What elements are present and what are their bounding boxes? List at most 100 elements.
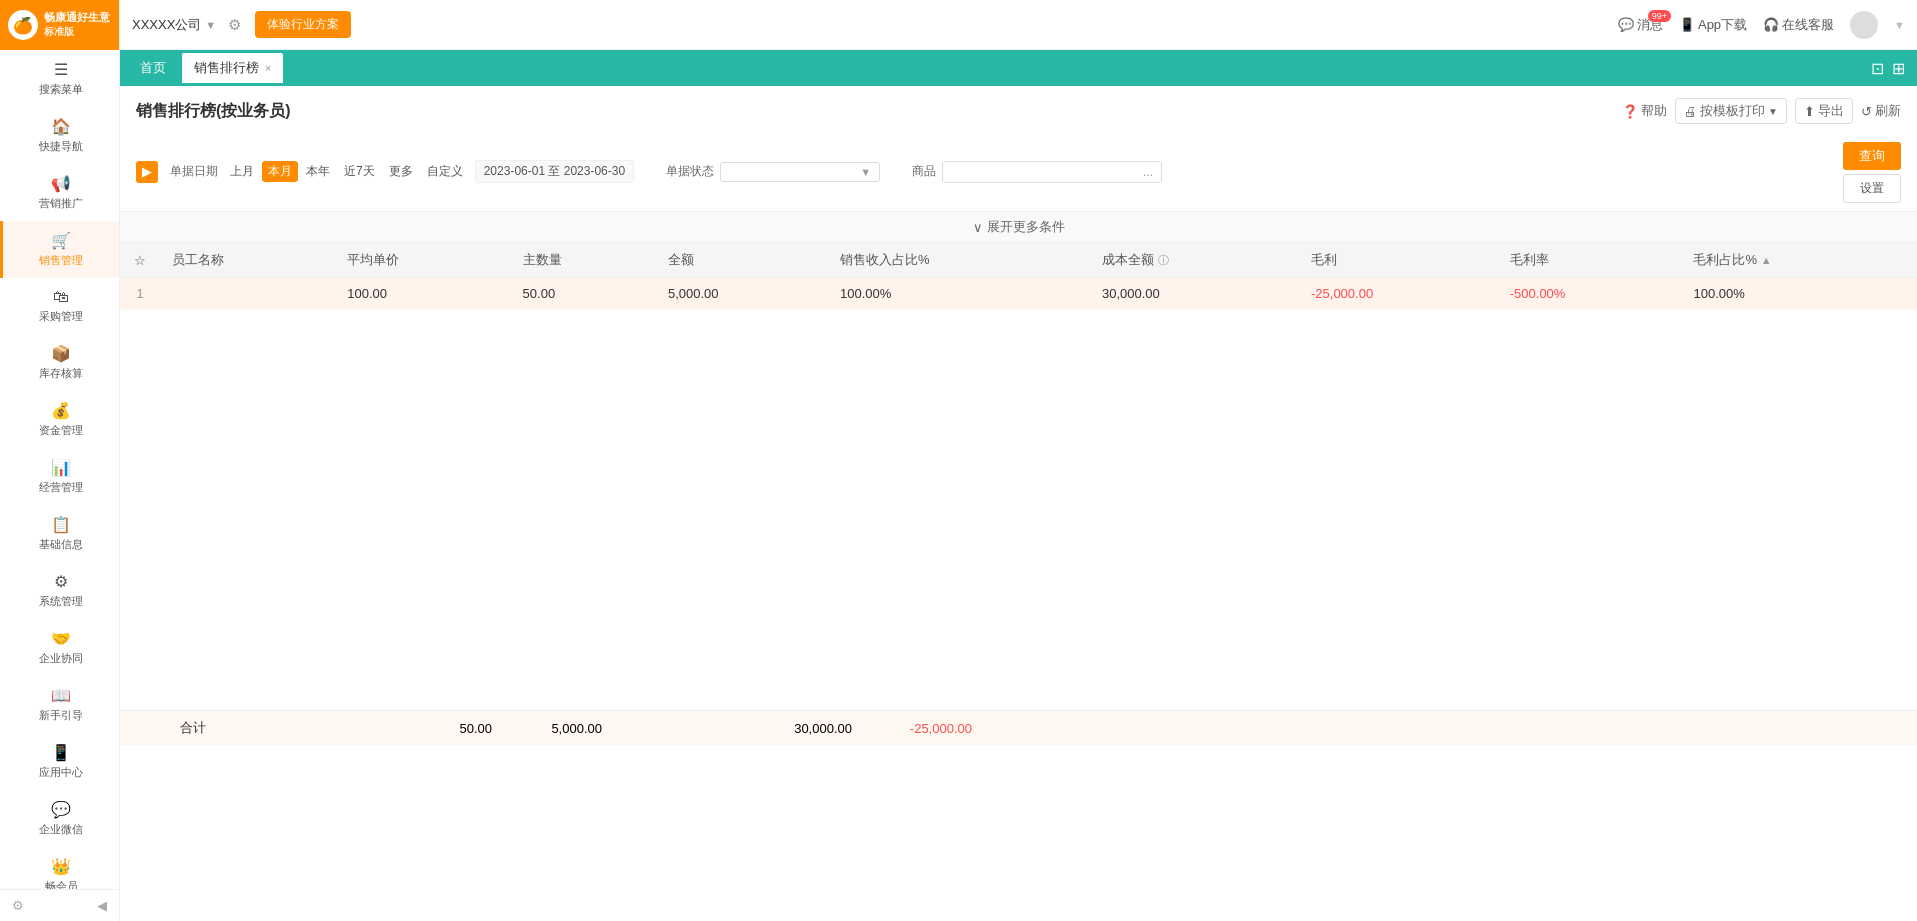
cell-cost: 30,000.00 xyxy=(1090,278,1299,310)
topbar-gear-icon[interactable]: ⚙ xyxy=(228,16,241,34)
query-button[interactable]: 查询 xyxy=(1843,142,1901,170)
sidebar-item-app-center-label: 应用中心 xyxy=(39,765,83,780)
system-icon: ⚙ xyxy=(54,572,68,591)
help-icon: ❓ xyxy=(1622,104,1638,119)
experience-button[interactable]: 体验行业方案 xyxy=(255,11,351,38)
date-current-month[interactable]: 本月 xyxy=(262,161,298,182)
col-avg-price: 平均单价 xyxy=(335,243,510,278)
export-icon: ⬆ xyxy=(1804,104,1815,119)
tab-home[interactable]: 首页 xyxy=(124,53,182,83)
expand-bar: ∨ 展开更多条件 xyxy=(120,212,1917,243)
sidebar-item-quick-nav[interactable]: 🏠 快捷导航 xyxy=(0,107,119,164)
template-print-button[interactable]: 🖨 按模板打印 ▼ xyxy=(1675,98,1787,124)
app-download-button[interactable]: 📱 App下载 xyxy=(1679,16,1747,34)
sidebar-item-member[interactable]: 👑 畅会员 xyxy=(0,847,119,889)
page-actions: ❓ 帮助 🖨 按模板打印 ▼ ⬆ 导出 ↺ 刷新 xyxy=(1622,98,1901,124)
company-selector[interactable]: XXXXX公司 ▼ xyxy=(132,16,216,34)
status-select-arrow-icon: ▼ xyxy=(860,166,871,178)
help-button[interactable]: ❓ 帮助 xyxy=(1622,102,1667,120)
expand-icon: ∨ xyxy=(973,220,983,235)
date-current-year[interactable]: 本年 xyxy=(300,161,336,182)
page-header: 销售排行榜(按业务员) ❓ 帮助 🖨 按模板打印 ▼ ⬆ 导出 xyxy=(120,86,1917,132)
export-button[interactable]: ⬆ 导出 xyxy=(1795,98,1853,124)
sidebar-item-newbie[interactable]: 📖 新手引导 xyxy=(0,676,119,733)
date-last-month[interactable]: 上月 xyxy=(224,161,260,182)
expand-button[interactable]: ∨ 展开更多条件 xyxy=(973,218,1065,236)
status-filter-group: 单据状态 ▼ xyxy=(666,162,880,182)
sidebar-item-system[interactable]: ⚙ 系统管理 xyxy=(0,562,119,619)
sidebar-item-marketing[interactable]: 📢 营销推广 xyxy=(0,164,119,221)
date-more[interactable]: 更多 xyxy=(383,161,419,182)
message-button[interactable]: 💬 消息 99+ xyxy=(1618,16,1663,34)
cell-sales-ratio: 100.00% xyxy=(828,278,1090,310)
sidebar-item-search[interactable]: ☰ 搜索菜单 xyxy=(0,50,119,107)
tab-close-icon[interactable]: × xyxy=(265,62,271,74)
settings-button[interactable]: 设置 xyxy=(1843,174,1901,203)
logo-text: 畅康通好生意 xyxy=(44,11,110,24)
page-title: 销售排行榜(按业务员) xyxy=(136,101,291,122)
tab-sales-ranking[interactable]: 销售排行榜 × xyxy=(182,53,283,83)
table-row: 1 100.00 50.00 5,000.00 100.00% 30,000.0… xyxy=(120,278,1917,310)
user-avatar[interactable] xyxy=(1850,11,1878,39)
goods-input[interactable]: ... xyxy=(942,161,1162,183)
cell-rank: 1 xyxy=(120,278,160,310)
refresh-button[interactable]: ↺ 刷新 xyxy=(1861,102,1901,120)
template-arrow-icon: ▼ xyxy=(1768,106,1778,117)
date-range-display[interactable]: 2023-06-01 至 2023-06-30 xyxy=(475,160,634,183)
cell-avg-price: 100.00 xyxy=(335,278,510,310)
empty-space xyxy=(120,310,1917,710)
inventory-icon: 📦 xyxy=(51,344,71,363)
sidebar-collapse-icon[interactable]: ◀ xyxy=(97,898,107,913)
status-select[interactable]: ▼ xyxy=(720,162,880,182)
help-label: 帮助 xyxy=(1641,102,1667,120)
sidebar-item-operations[interactable]: 📊 经营管理 xyxy=(0,448,119,505)
sidebar-item-finance[interactable]: 💰 资金管理 xyxy=(0,391,119,448)
sidebar-item-marketing-label: 营销推广 xyxy=(39,196,83,211)
sidebar-logo: 🍊 畅康通好生意 标准版 xyxy=(0,0,119,50)
col-total: 全额 xyxy=(656,243,828,278)
cell-profit-ratio: 100.00% xyxy=(1681,278,1917,310)
message-badge: 99+ xyxy=(1648,10,1671,22)
filter-toggle-icon: ▶ xyxy=(142,164,152,179)
online-service-button[interactable]: 🎧 在线客服 xyxy=(1763,16,1834,34)
logo-icon: 🍊 xyxy=(8,10,38,40)
tab-minimize-icon[interactable]: ⊡ xyxy=(1871,59,1884,78)
filter-toggle-button[interactable]: ▶ xyxy=(136,161,158,183)
date-custom[interactable]: 自定义 xyxy=(421,161,469,182)
sidebar-item-enterprise-wechat-label: 企业微信 xyxy=(39,822,83,837)
sidebar-item-enterprise-coop[interactable]: 🤝 企业协同 xyxy=(0,619,119,676)
tab-maximize-icon[interactable]: ⊞ xyxy=(1892,59,1905,78)
logo-sub: 标准版 xyxy=(44,25,110,39)
sidebar-item-newbie-label: 新手引导 xyxy=(39,708,83,723)
sidebar-item-sales[interactable]: 🛒 销售管理 xyxy=(0,221,119,278)
sales-icon: 🛒 xyxy=(51,231,71,250)
footer-cost: 30,000.00 xyxy=(752,721,852,736)
main-area: XXXXX公司 ▼ ⚙ 体验行业方案 💬 消息 99+ 📱 App下载 🎧 在线… xyxy=(120,0,1917,921)
export-label: 导出 xyxy=(1818,102,1844,120)
footer-total: 5,000.00 xyxy=(522,721,602,736)
sidebar-item-enterprise-wechat[interactable]: 💬 企业微信 xyxy=(0,790,119,847)
table-header: ☆ 员工名称 平均单价 主数量 全额 销售收入占比% 成本全额 ⓘ 毛利 毛利率… xyxy=(120,243,1917,278)
newbie-icon: 📖 xyxy=(51,686,71,705)
sidebar-item-sales-label: 销售管理 xyxy=(39,253,83,268)
col-profit: 毛利 xyxy=(1299,243,1498,278)
sidebar-settings-icon[interactable]: ⚙ xyxy=(12,898,24,913)
col-main-qty: 主数量 xyxy=(511,243,656,278)
user-name[interactable]: ▼ xyxy=(1894,19,1905,31)
search-menu-icon: ☰ xyxy=(54,60,68,79)
col-sales-ratio: 销售收入占比% xyxy=(828,243,1090,278)
date-filter-label: 单据日期 xyxy=(170,163,218,180)
app-center-icon: 📱 xyxy=(51,743,71,762)
sidebar-item-inventory[interactable]: 📦 库存核算 xyxy=(0,334,119,391)
home-icon: 🏠 xyxy=(51,117,71,136)
sidebar-item-purchase[interactable]: 🛍 采购管理 xyxy=(0,278,119,334)
goods-more-icon[interactable]: ... xyxy=(1143,165,1153,179)
sidebar-item-basic-info[interactable]: 📋 基础信息 xyxy=(0,505,119,562)
table-body: 1 100.00 50.00 5,000.00 100.00% 30,000.0… xyxy=(120,278,1917,310)
goods-filter-label: 商品 xyxy=(912,163,936,180)
sidebar-item-operations-label: 经营管理 xyxy=(39,480,83,495)
date-last7[interactable]: 近7天 xyxy=(338,161,381,182)
sidebar-item-app-center[interactable]: 📱 应用中心 xyxy=(0,733,119,790)
goods-filter-group: 商品 ... xyxy=(912,161,1162,183)
sidebar-item-purchase-label: 采购管理 xyxy=(39,309,83,324)
